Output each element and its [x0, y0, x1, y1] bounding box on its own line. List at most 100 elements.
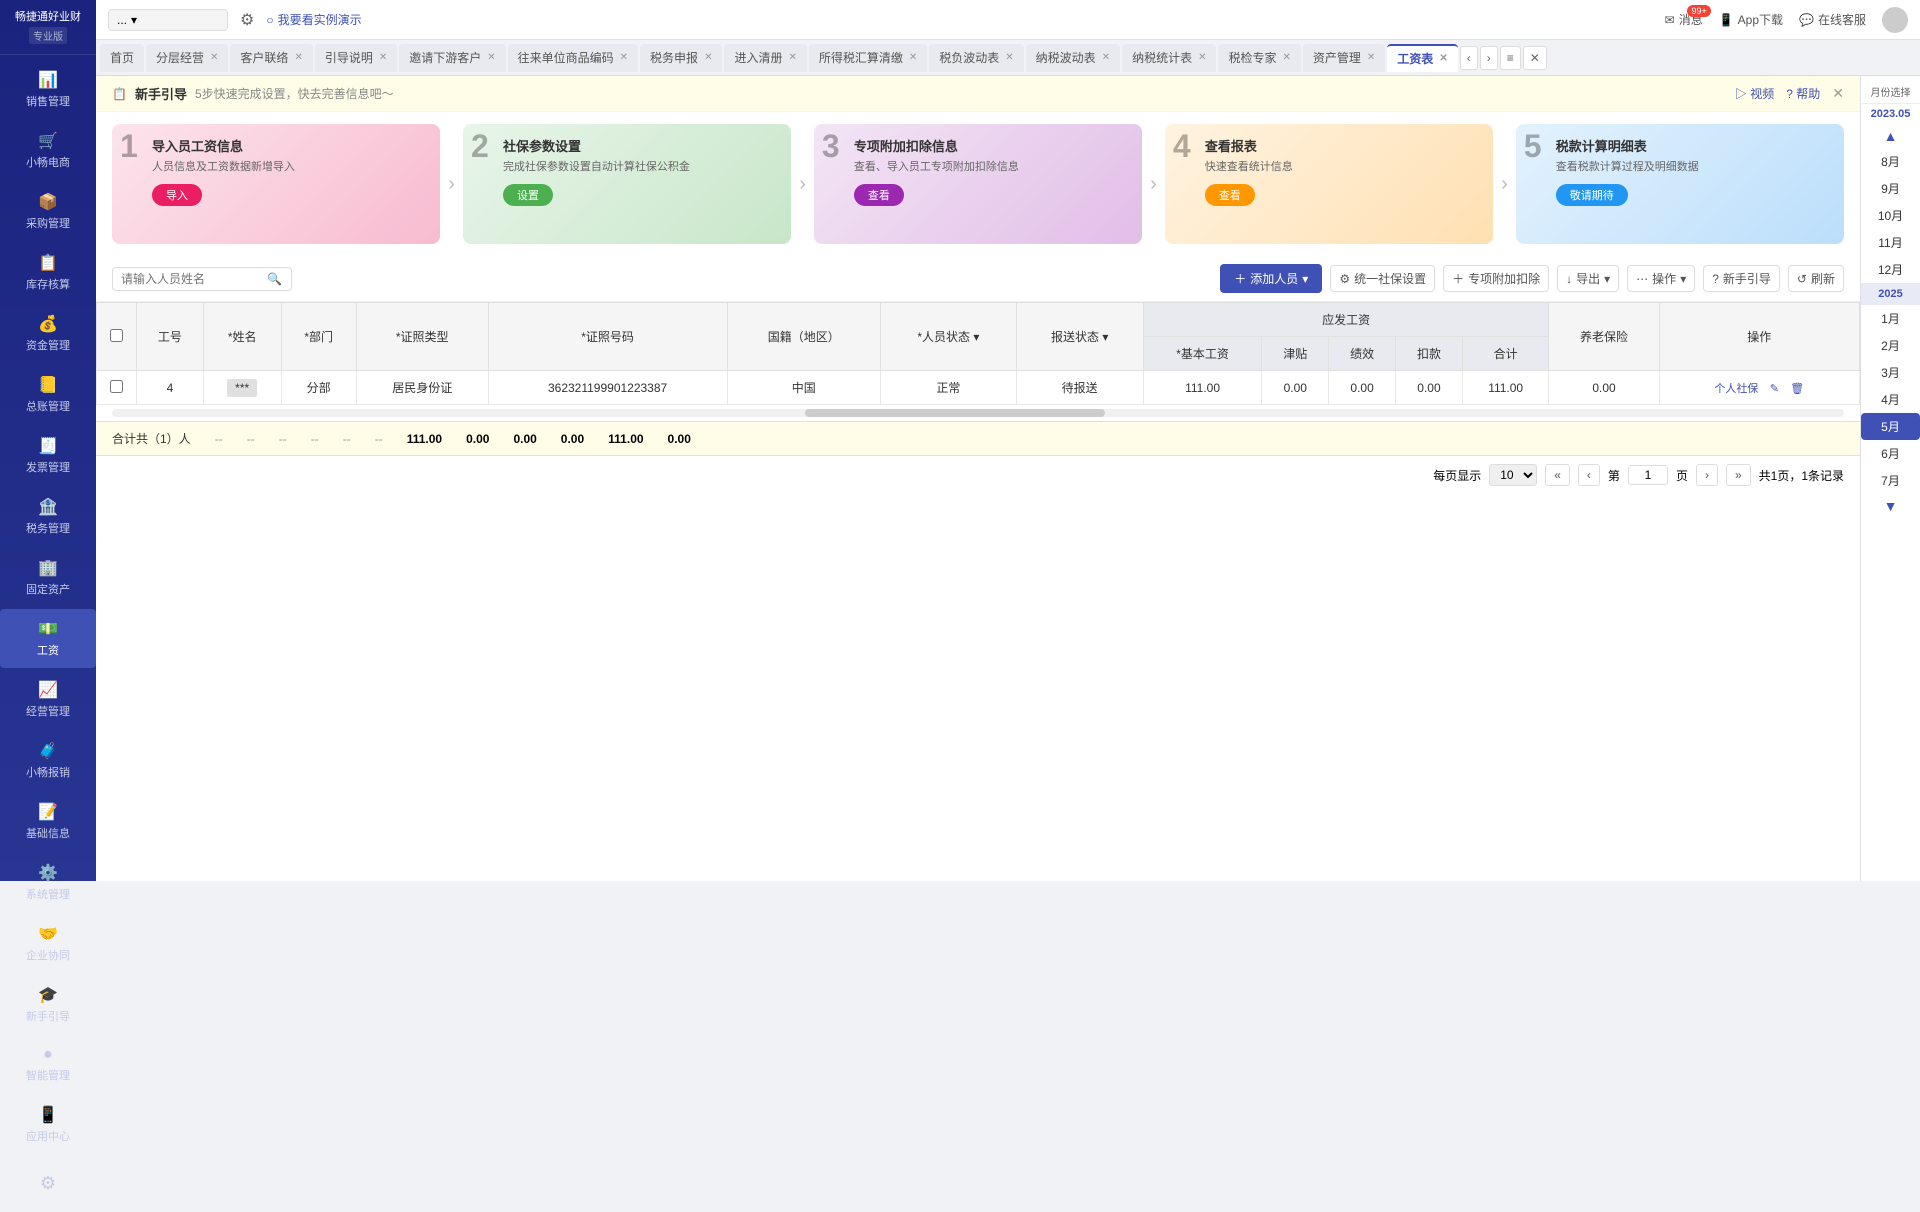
step-5-btn[interactable]: 敬请期待 [1556, 184, 1628, 206]
tab-close-icon[interactable]: ✕ [704, 52, 712, 63]
tab-customer[interactable]: 客户联络 ✕ [230, 44, 312, 72]
tab-tax-burden[interactable]: 税负波动表 ✕ [929, 44, 1023, 72]
month-9[interactable]: 9月 [1861, 175, 1920, 202]
page-input[interactable] [1628, 465, 1668, 485]
sidebar-item-fixed-assets[interactable]: 🏢 固定资产 [0, 548, 96, 607]
settings-icon[interactable]: ⚙ [236, 6, 258, 34]
tab-guide-intro[interactable]: 引导说明 ✕ [315, 44, 397, 72]
tab-menu-btn[interactable]: ≡ [1500, 46, 1521, 70]
tab-close-icon[interactable]: ✕ [1283, 52, 1291, 63]
tab-payroll[interactable]: 工资表 ✕ [1387, 44, 1457, 72]
sidebar-item-sales[interactable]: 📊 销售管理 [0, 60, 96, 119]
step-1-btn[interactable]: 导入 [152, 184, 202, 206]
month-down-btn[interactable]: ▼ [1861, 494, 1920, 518]
month-8[interactable]: 8月 [1861, 148, 1920, 175]
month-6[interactable]: 6月 [1861, 440, 1920, 467]
sidebar-item-invoice[interactable]: 🧾 发票管理 [0, 426, 96, 485]
tab-close-icon[interactable]: ✕ [294, 52, 302, 63]
sidebar-item-ecommerce[interactable]: 🛒 小畅电商 [0, 121, 96, 180]
tab-close-icon[interactable]: ✕ [210, 52, 218, 63]
tab-prev-btn[interactable]: ‹ [1460, 46, 1478, 70]
sidebar-item-expense[interactable]: 🧳 小畅报销 [0, 731, 96, 790]
export-btn[interactable]: ↓ 导出 ▾ [1557, 265, 1619, 292]
tab-invite[interactable]: 邀请下游客户 ✕ [399, 44, 505, 72]
sidebar-item-purchase[interactable]: 📦 采购管理 [0, 182, 96, 241]
select-all-checkbox[interactable] [110, 329, 123, 342]
sidebar-item-payroll[interactable]: 💵 工资 [0, 609, 96, 668]
month-2[interactable]: 2月 [1861, 332, 1920, 359]
tab-close-icon[interactable]: ✕ [788, 52, 796, 63]
month-5[interactable]: 5月 [1861, 413, 1920, 440]
step-2-btn[interactable]: 设置 [503, 184, 553, 206]
tab-partner-code[interactable]: 往来单位商品编码 ✕ [508, 44, 638, 72]
month-1[interactable]: 1月 [1861, 305, 1920, 332]
sidebar-item-appstore[interactable]: 📱 应用中心 [0, 1095, 96, 1154]
tab-income-tax[interactable]: 所得税汇算清缴 ✕ [809, 44, 927, 72]
company-selector[interactable]: ... ▾ [108, 9, 228, 31]
more-actions-btn[interactable]: ⋯ 操作 ▾ [1627, 265, 1695, 292]
month-10[interactable]: 10月 [1861, 202, 1920, 229]
search-box[interactable]: 🔍 [112, 267, 292, 291]
tab-tax-report[interactable]: 税务申报 ✕ [640, 44, 722, 72]
search-input[interactable] [121, 272, 261, 286]
personal-insurance-link[interactable]: 个人社保 [1714, 383, 1758, 395]
report-filter-icon[interactable]: ▾ [1102, 330, 1108, 344]
page-size-select[interactable]: 10 20 50 [1489, 464, 1537, 486]
sidebar-item-finance[interactable]: 💰 资金管理 [0, 304, 96, 363]
settings-icon[interactable]: ⚙ [32, 1165, 64, 1202]
sidebar-item-operations[interactable]: 📈 经营管理 [0, 670, 96, 729]
tab-clearance[interactable]: 进入清册 ✕ [724, 44, 806, 72]
next-page-btn[interactable]: › [1696, 464, 1718, 486]
demo-link[interactable]: ○ 我要看实例演示 [266, 11, 361, 28]
guide-help-link[interactable]: ? 帮助 [1786, 85, 1820, 102]
social-security-btn[interactable]: ⚙ 统一社保设置 [1330, 265, 1435, 292]
tab-close-icon[interactable]: ✕ [1005, 52, 1013, 63]
tab-assets[interactable]: 资产管理 ✕ [1303, 44, 1385, 72]
tab-close-icon[interactable]: ✕ [1367, 52, 1375, 63]
app-download-btn[interactable]: 📱 App下载 [1719, 11, 1783, 28]
step-4-btn[interactable]: 查看 [1205, 184, 1255, 206]
sidebar-item-collab[interactable]: 🤝 企业协同 [0, 914, 96, 973]
prev-page-btn[interactable]: ‹ [1578, 464, 1600, 486]
sidebar-item-ledger[interactable]: 📒 总账管理 [0, 365, 96, 424]
month-up-btn[interactable]: ▲ [1861, 124, 1920, 148]
special-deduction-btn[interactable]: ＋ 专项附加扣除 [1443, 265, 1549, 292]
tab-close-icon[interactable]: ✕ [487, 52, 495, 63]
sidebar-item-guide[interactable]: 🎓 新手引导 [0, 975, 96, 1034]
step-3-btn[interactable]: 查看 [854, 184, 904, 206]
tab-close-all-btn[interactable]: ✕ [1523, 46, 1547, 70]
tab-close-icon[interactable]: ✕ [1198, 52, 1206, 63]
tab-close-icon[interactable]: ✕ [1439, 53, 1447, 64]
tab-close-icon[interactable]: ✕ [379, 52, 387, 63]
month-3[interactable]: 3月 [1861, 359, 1920, 386]
tab-close-icon[interactable]: ✕ [1102, 52, 1110, 63]
row-checkbox[interactable] [110, 380, 123, 393]
sidebar-item-basic-info[interactable]: 📝 基础信息 [0, 792, 96, 851]
tab-next-btn[interactable]: › [1480, 46, 1498, 70]
edit-icon[interactable]: ✎ [1770, 383, 1779, 395]
month-12[interactable]: 12月 [1861, 256, 1920, 283]
first-page-btn[interactable]: « [1545, 464, 1570, 486]
tab-home[interactable]: 首页 [100, 44, 144, 72]
sidebar-item-system[interactable]: ⚙️ 系统管理 [0, 853, 96, 912]
online-service-btn[interactable]: 💬 在线客服 [1799, 11, 1866, 28]
refresh-btn[interactable]: ↺ 刷新 [1788, 265, 1844, 292]
message-btn[interactable]: ✉ 消息 99+ [1665, 11, 1703, 28]
tab-close-icon[interactable]: ✕ [909, 52, 917, 63]
month-4[interactable]: 4月 [1861, 386, 1920, 413]
guide-video-link[interactable]: ▷ 视频 [1735, 85, 1774, 102]
scrollbar-thumb[interactable] [805, 409, 1105, 417]
tab-tax-expert[interactable]: 税检专家 ✕ [1218, 44, 1300, 72]
tab-tax-wave[interactable]: 纳税波动表 ✕ [1026, 44, 1120, 72]
sidebar-item-tax[interactable]: 🏦 税务管理 [0, 487, 96, 546]
month-7[interactable]: 7月 [1861, 467, 1920, 494]
user-avatar[interactable] [1882, 7, 1908, 33]
tab-close-icon[interactable]: ✕ [620, 52, 628, 63]
tab-tax-stats[interactable]: 纳税统计表 ✕ [1122, 44, 1216, 72]
status-filter-icon[interactable]: ▾ [973, 330, 979, 344]
delete-icon[interactable]: 🗑 [1790, 383, 1804, 395]
guide-btn[interactable]: ? 新手引导 [1703, 265, 1780, 292]
sidebar-item-inventory[interactable]: 📋 库存核算 [0, 243, 96, 302]
horizontal-scrollbar[interactable] [112, 409, 1844, 417]
tab-layered[interactable]: 分层经营 ✕ [146, 44, 228, 72]
